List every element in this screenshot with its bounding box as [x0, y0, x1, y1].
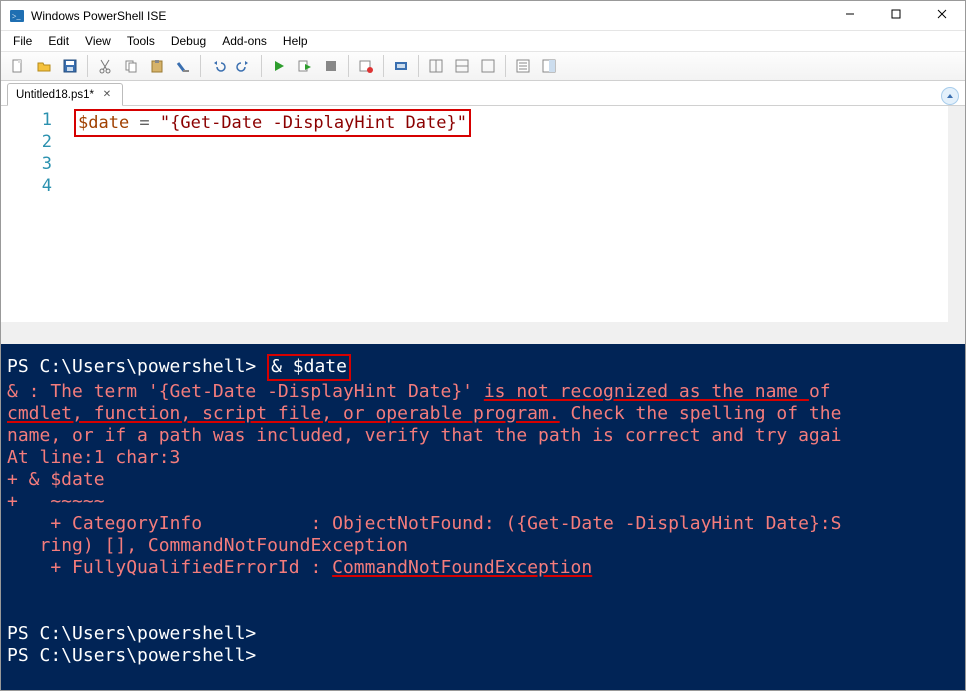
save-icon[interactable] [59, 55, 81, 77]
menu-tools[interactable]: Tools [119, 32, 163, 50]
panel-collapse-icon[interactable] [941, 87, 959, 105]
line-number: 2 [5, 131, 52, 153]
line-number: 4 [5, 175, 52, 197]
console-error-text: + ~~~~~ [7, 491, 959, 513]
console-error-text: Check the spelling of the [560, 403, 853, 424]
token-operator: = [129, 113, 160, 133]
menu-help[interactable]: Help [275, 32, 316, 50]
command-addon-icon[interactable] [538, 55, 560, 77]
script-editor[interactable]: 1 2 3 4 $date = "{Get-Date -DisplayHint … [1, 106, 965, 339]
console-error-text: + FullyQualifiedErrorId : [7, 557, 332, 578]
open-file-icon[interactable] [33, 55, 55, 77]
maximize-button[interactable] [873, 1, 919, 31]
clear-icon[interactable] [172, 55, 194, 77]
console-error-underline: CommandNotFoundException [332, 557, 592, 578]
editor-vscrollbar[interactable] [948, 106, 965, 339]
code-highlight: $date = "{Get-Date -DisplayHint Date}" [74, 109, 471, 137]
stop-icon[interactable] [320, 55, 342, 77]
menu-bar: File Edit View Tools Debug Add-ons Help [1, 31, 965, 51]
console-error-text: of [809, 381, 842, 402]
toolbar [1, 51, 965, 81]
console-pane[interactable]: PS C:\Users\powershell> & $date& : The t… [1, 344, 965, 690]
menu-file[interactable]: File [5, 32, 40, 50]
line-number: 3 [5, 153, 52, 175]
menu-debug[interactable]: Debug [163, 32, 214, 50]
console-prompt: PS C:\Users\powershell> [7, 356, 267, 377]
layout-1-icon[interactable] [425, 55, 447, 77]
console-blank [7, 601, 959, 623]
props-icon[interactable] [512, 55, 534, 77]
app-icon: >_ [9, 8, 25, 24]
layout-2-icon[interactable] [451, 55, 473, 77]
code-area[interactable]: $date = "{Get-Date -DisplayHint Date}" [66, 106, 948, 339]
console-error-text: & : The term '{Get-Date -DisplayHint Dat… [7, 381, 484, 402]
console-error-text: ring) [], CommandNotFoundException [7, 535, 959, 557]
window-controls [827, 1, 965, 31]
menu-edit[interactable]: Edit [40, 32, 77, 50]
undo-icon[interactable] [207, 55, 229, 77]
layout-3-icon[interactable] [477, 55, 499, 77]
console-blank [7, 579, 959, 601]
console-error-text: At line:1 char:3 [7, 447, 959, 469]
title-bar: >_ Windows PowerShell ISE [1, 1, 965, 31]
svg-text:>_: >_ [12, 12, 22, 21]
token-variable: $date [78, 113, 129, 133]
window-title: Windows PowerShell ISE [31, 9, 827, 23]
breakpoint-icon[interactable] [355, 55, 377, 77]
redo-icon[interactable] [233, 55, 255, 77]
menu-view[interactable]: View [77, 32, 119, 50]
paste-icon[interactable] [146, 55, 168, 77]
file-tab[interactable]: Untitled18.ps1* ✕ [7, 83, 123, 106]
console-command-highlight: & $date [267, 354, 351, 381]
console-prompt: PS C:\Users\powershell> [7, 623, 959, 645]
console-error-text: name, or if a path was included, verify … [7, 425, 959, 447]
console-error-text: + CategoryInfo : ObjectNotFound: ({Get-D… [7, 513, 959, 535]
line-gutter: 1 2 3 4 [1, 106, 66, 339]
console-error-text: + & $date [7, 469, 959, 491]
copy-icon[interactable] [120, 55, 142, 77]
console-error-underline: cmdlet, function, script file, or operab… [7, 403, 560, 424]
run-icon[interactable] [268, 55, 290, 77]
remote-icon[interactable] [390, 55, 412, 77]
console-prompt: PS C:\Users\powershell> [7, 645, 959, 667]
close-button[interactable] [919, 1, 965, 31]
console-error-underline: is not recognized as the name [484, 381, 809, 402]
tab-label: Untitled18.ps1* [16, 89, 94, 101]
new-file-icon[interactable] [7, 55, 29, 77]
menu-addons[interactable]: Add-ons [214, 32, 275, 50]
token-string: "{Get-Date -DisplayHint Date}" [160, 113, 467, 133]
tab-close-icon[interactable]: ✕ [100, 88, 114, 102]
tab-strip: Untitled18.ps1* ✕ [1, 81, 965, 106]
editor-hscrollbar[interactable] [1, 322, 948, 339]
minimize-button[interactable] [827, 1, 873, 31]
run-selection-icon[interactable] [294, 55, 316, 77]
line-number: 1 [5, 109, 52, 131]
cut-icon[interactable] [94, 55, 116, 77]
